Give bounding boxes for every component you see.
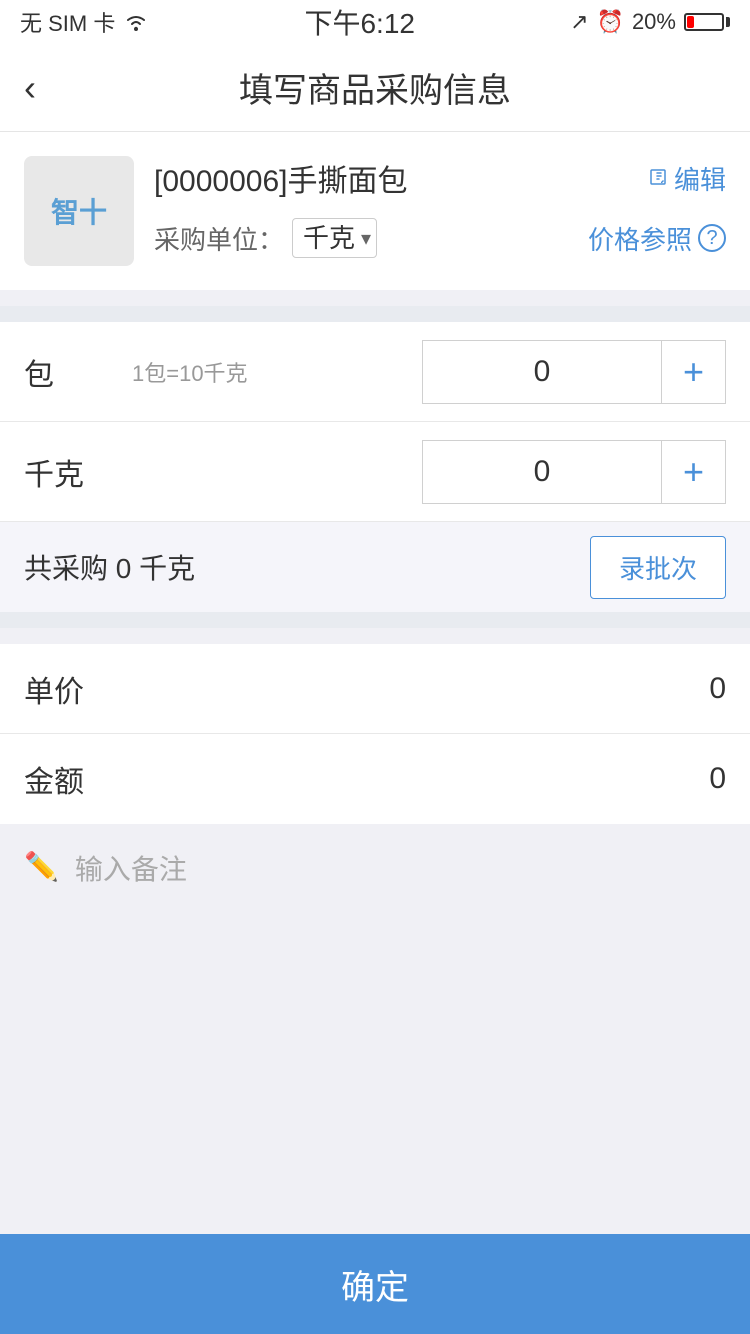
- edit-label: 编辑: [674, 160, 726, 197]
- price-ref-button[interactable]: 价格参照 ?: [588, 220, 726, 257]
- status-time: 下午6:12: [304, 2, 415, 42]
- product-name: [0000006]手撕面包: [154, 156, 407, 200]
- kg-input-right: +: [422, 440, 726, 504]
- status-right: ↗ ⏰ 20%: [570, 9, 730, 35]
- location-icon: ↗: [570, 9, 588, 35]
- kg-input-row: 千克 +: [0, 422, 750, 522]
- price-label: 单价: [24, 667, 84, 711]
- info-section: 单价 0 金额 0: [0, 644, 750, 824]
- unit-select[interactable]: 千克: [292, 218, 377, 258]
- record-batch-button[interactable]: 录批次: [590, 536, 726, 599]
- sim-label: 无 SIM 卡: [20, 6, 115, 38]
- kg-label: 千克: [24, 450, 124, 494]
- product-info: [0000006]手撕面包 编辑 采购单位： 千克 价格: [154, 156, 726, 258]
- back-button[interactable]: ‹: [24, 67, 36, 109]
- bag-label: 包: [24, 350, 124, 394]
- input-section: 包 1包=10千克 + 千克 +: [0, 322, 750, 522]
- notes-placeholder: 输入备注: [75, 848, 187, 888]
- unit-select-wrap[interactable]: 千克: [292, 218, 377, 258]
- price-ref-label: 价格参照: [588, 220, 692, 257]
- page-title: 填写商品采购信息: [239, 63, 511, 112]
- price-ref-icon: ?: [698, 224, 726, 252]
- wifi-icon: [123, 12, 149, 32]
- confirm-button[interactable]: 确定: [0, 1234, 750, 1334]
- product-name-row: [0000006]手撕面包 编辑: [154, 156, 726, 200]
- unit-label: 采购单位：: [154, 220, 284, 257]
- edit-button[interactable]: 编辑: [648, 160, 726, 197]
- product-image-text: 智十: [51, 191, 107, 231]
- nav-bar: ‹ 填写商品采购信息: [0, 44, 750, 132]
- bag-input-row: 包 1包=10千克 +: [0, 322, 750, 422]
- total-row: 共采购 0 千克 录批次: [0, 522, 750, 612]
- battery-percent: 20%: [632, 9, 676, 35]
- status-left: 无 SIM 卡: [20, 6, 149, 38]
- unit-row: 采购单位： 千克 价格参照 ?: [154, 218, 726, 258]
- amount-row: 金额 0: [0, 734, 750, 824]
- notes-section: ✏️ 输入备注: [0, 824, 750, 1024]
- section-divider-2: [0, 612, 750, 628]
- bag-quantity-input[interactable]: [422, 340, 662, 404]
- amount-label: 金额: [24, 757, 84, 801]
- bag-plus-button[interactable]: +: [662, 340, 726, 404]
- total-label: 共采购 0 千克: [24, 547, 195, 587]
- bag-input-right: +: [422, 340, 726, 404]
- bag-sub-label: 1包=10千克: [132, 356, 248, 388]
- amount-value: 0: [709, 762, 726, 796]
- status-bar: 无 SIM 卡 下午6:12 ↗ ⏰ 20%: [0, 0, 750, 44]
- edit-icon: [648, 167, 670, 189]
- notes-input-area[interactable]: ✏️ 输入备注: [24, 848, 726, 888]
- section-divider-1: [0, 306, 750, 322]
- battery-icon: [684, 13, 730, 31]
- price-row: 单价 0: [0, 644, 750, 734]
- kg-plus-button[interactable]: +: [662, 440, 726, 504]
- pencil-icon: ✏️: [24, 850, 59, 883]
- price-value: 0: [709, 672, 726, 706]
- product-image: 智十: [24, 156, 134, 266]
- alarm-icon: ⏰: [597, 9, 624, 35]
- bottom-spacer: [0, 1024, 750, 1124]
- product-card: 智十 [0000006]手撕面包 编辑 采购单位： 千克: [0, 132, 750, 290]
- kg-quantity-input[interactable]: [422, 440, 662, 504]
